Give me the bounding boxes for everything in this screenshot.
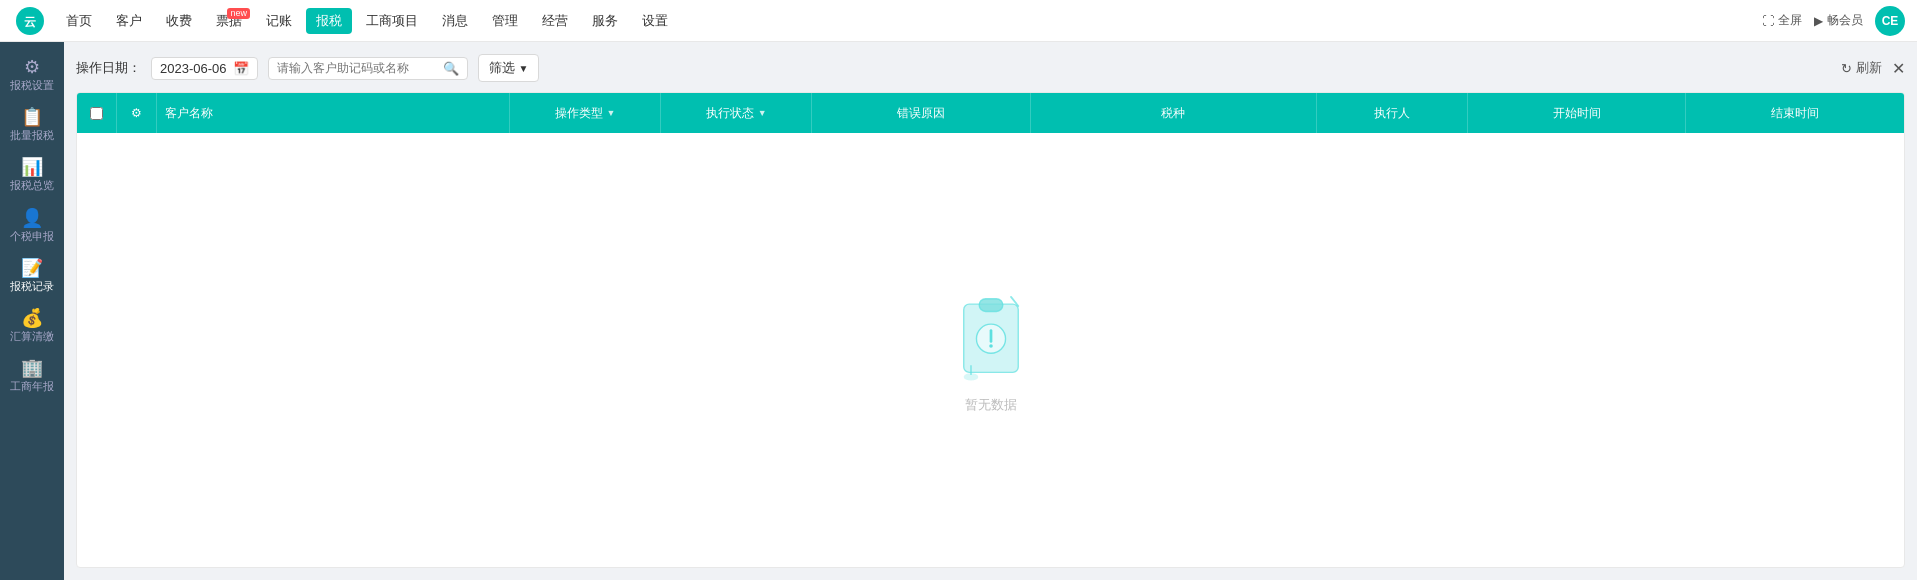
sidebar-icon-0: ⚙ xyxy=(24,58,40,76)
th-op-type: 操作类型 ▼ xyxy=(510,93,661,133)
main-layout: ⚙ 报税设置 📋 批量报税 📊 报税总览 👤 个税申报 📝 报税记录 💰 汇算清缴 🏢 工商年报 操作日期… xyxy=(0,42,1917,580)
table-container: ⚙ 客户名称 操作类型 ▼ 执行状态 ▼ 错误原因 税种 xyxy=(76,92,1905,568)
date-value: 2023-06-06 xyxy=(160,61,227,76)
close-button[interactable]: ✕ xyxy=(1892,59,1905,78)
member-button[interactable]: ▶ 畅会员 xyxy=(1814,12,1863,29)
nav-item-2[interactable]: 收费 xyxy=(156,8,202,34)
select-all-checkbox[interactable] xyxy=(90,107,103,120)
nav-badge-3: new xyxy=(227,8,250,19)
filter-button[interactable]: 筛选 ▼ xyxy=(478,54,540,82)
sidebar-icon-3: 👤 xyxy=(21,209,43,227)
sidebar-item-1[interactable]: 📋 批量报税 xyxy=(0,100,64,150)
sidebar-item-0[interactable]: ⚙ 报税设置 xyxy=(0,50,64,100)
th-client-name: 客户名称 xyxy=(157,93,510,133)
sort-icon-op-type: ▼ xyxy=(607,108,616,118)
member-icon: ▶ xyxy=(1814,14,1823,28)
empty-illustration xyxy=(941,286,1041,386)
refresh-icon: ↻ xyxy=(1841,61,1852,76)
sidebar-item-4[interactable]: 📝 报税记录 xyxy=(0,251,64,301)
filter-label: 筛选 xyxy=(489,59,515,77)
member-label: 畅会员 xyxy=(1827,12,1863,29)
search-wrap: 🔍 xyxy=(268,57,468,80)
svg-text:云: 云 xyxy=(24,15,36,29)
sidebar-icon-2: 📊 xyxy=(21,158,43,176)
th-executor-label: 执行人 xyxy=(1374,105,1410,122)
th-end-time: 结束时间 xyxy=(1686,93,1904,133)
sidebar-label-5: 汇算清缴 xyxy=(10,330,54,343)
toolbar: 操作日期： 2023-06-06 📅 🔍 筛选 ▼ ↻ 刷新 ✕ xyxy=(76,54,1905,82)
toolbar-right: ↻ 刷新 ✕ xyxy=(1841,59,1905,78)
avatar-text: CE xyxy=(1882,14,1899,28)
sort-icon-status: ▼ xyxy=(758,108,767,118)
sidebar-label-2: 报税总览 xyxy=(10,179,54,192)
date-picker[interactable]: 2023-06-06 📅 xyxy=(151,57,258,80)
content-area: 操作日期： 2023-06-06 📅 🔍 筛选 ▼ ↻ 刷新 ✕ xyxy=(64,42,1917,580)
empty-text: 暂无数据 xyxy=(965,396,1017,414)
nav-item-9[interactable]: 经营 xyxy=(532,8,578,34)
nav-item-3[interactable]: 票据new xyxy=(206,8,252,34)
th-settings[interactable]: ⚙ xyxy=(117,93,157,133)
th-error-label: 错误原因 xyxy=(897,105,945,122)
th-error-reason: 错误原因 xyxy=(812,93,1031,133)
sidebar-item-3[interactable]: 👤 个税申报 xyxy=(0,201,64,251)
refresh-label: 刷新 xyxy=(1856,59,1882,77)
sidebar-label-4: 报税记录 xyxy=(10,280,54,293)
svg-point-9 xyxy=(989,344,993,348)
th-status: 执行状态 ▼ xyxy=(661,93,812,133)
th-checkbox[interactable] xyxy=(77,93,117,133)
sidebar-icon-5: 💰 xyxy=(21,309,43,327)
refresh-button[interactable]: ↻ 刷新 xyxy=(1841,59,1882,77)
sidebar: ⚙ 报税设置 📋 批量报税 📊 报税总览 👤 个税申报 📝 报税记录 💰 汇算清缴 🏢 工商年报 xyxy=(0,42,64,580)
sidebar-icon-1: 📋 xyxy=(21,108,43,126)
sidebar-label-6: 工商年报 xyxy=(10,380,54,393)
th-client-label: 客户名称 xyxy=(165,105,213,122)
th-tax-type: 税种 xyxy=(1031,93,1317,133)
fullscreen-icon: ⛶ xyxy=(1762,14,1774,28)
nav-item-8[interactable]: 管理 xyxy=(482,8,528,34)
sidebar-icon-4: 📝 xyxy=(21,259,43,277)
table-body: 暂无数据 xyxy=(77,133,1904,567)
sidebar-item-6[interactable]: 🏢 工商年报 xyxy=(0,351,64,401)
nav-item-6[interactable]: 工商项目 xyxy=(356,8,428,34)
settings-icon: ⚙ xyxy=(131,106,142,120)
fullscreen-button[interactable]: ⛶ 全屏 xyxy=(1762,12,1802,29)
th-end-label: 结束时间 xyxy=(1771,105,1819,122)
svg-rect-4 xyxy=(979,299,1003,312)
sidebar-label-3: 个税申报 xyxy=(10,230,54,243)
nav-item-1[interactable]: 客户 xyxy=(106,8,152,34)
sidebar-item-5[interactable]: 💰 汇算清缴 xyxy=(0,301,64,351)
nav-item-7[interactable]: 消息 xyxy=(432,8,478,34)
nav-item-10[interactable]: 服务 xyxy=(582,8,628,34)
avatar[interactable]: CE xyxy=(1875,6,1905,36)
th-start-time: 开始时间 xyxy=(1468,93,1687,133)
empty-state: 暂无数据 xyxy=(941,286,1041,414)
nav-item-5[interactable]: 报税 xyxy=(306,8,352,34)
sidebar-label-1: 批量报税 xyxy=(10,129,54,142)
chevron-down-icon: ▼ xyxy=(519,63,529,74)
top-navigation: 云 首页客户收费票据new记账报税工商项目消息管理经营服务设置 ⛶ 全屏 ▶ 畅… xyxy=(0,0,1917,42)
calendar-icon: 📅 xyxy=(233,61,249,76)
search-input[interactable] xyxy=(277,61,437,75)
date-label: 操作日期： xyxy=(76,59,141,77)
sidebar-label-0: 报税设置 xyxy=(10,79,54,92)
search-icon: 🔍 xyxy=(443,61,459,76)
nav-item-0[interactable]: 首页 xyxy=(56,8,102,34)
th-status-label: 执行状态 xyxy=(706,105,754,122)
fullscreen-label: 全屏 xyxy=(1778,12,1802,29)
th-op-type-label: 操作类型 xyxy=(555,105,603,122)
top-nav-right: ⛶ 全屏 ▶ 畅会员 CE xyxy=(1762,6,1905,36)
app-logo[interactable]: 云 xyxy=(12,3,48,39)
sidebar-icon-6: 🏢 xyxy=(21,359,43,377)
th-start-label: 开始时间 xyxy=(1553,105,1601,122)
th-executor: 执行人 xyxy=(1317,93,1468,133)
table-header: ⚙ 客户名称 操作类型 ▼ 执行状态 ▼ 错误原因 税种 xyxy=(77,93,1904,133)
th-tax-label: 税种 xyxy=(1161,105,1185,122)
nav-item-11[interactable]: 设置 xyxy=(632,8,678,34)
nav-item-4[interactable]: 记账 xyxy=(256,8,302,34)
close-icon: ✕ xyxy=(1892,59,1905,78)
sidebar-item-2[interactable]: 📊 报税总览 xyxy=(0,150,64,200)
nav-items: 首页客户收费票据new记账报税工商项目消息管理经营服务设置 xyxy=(56,8,1762,34)
